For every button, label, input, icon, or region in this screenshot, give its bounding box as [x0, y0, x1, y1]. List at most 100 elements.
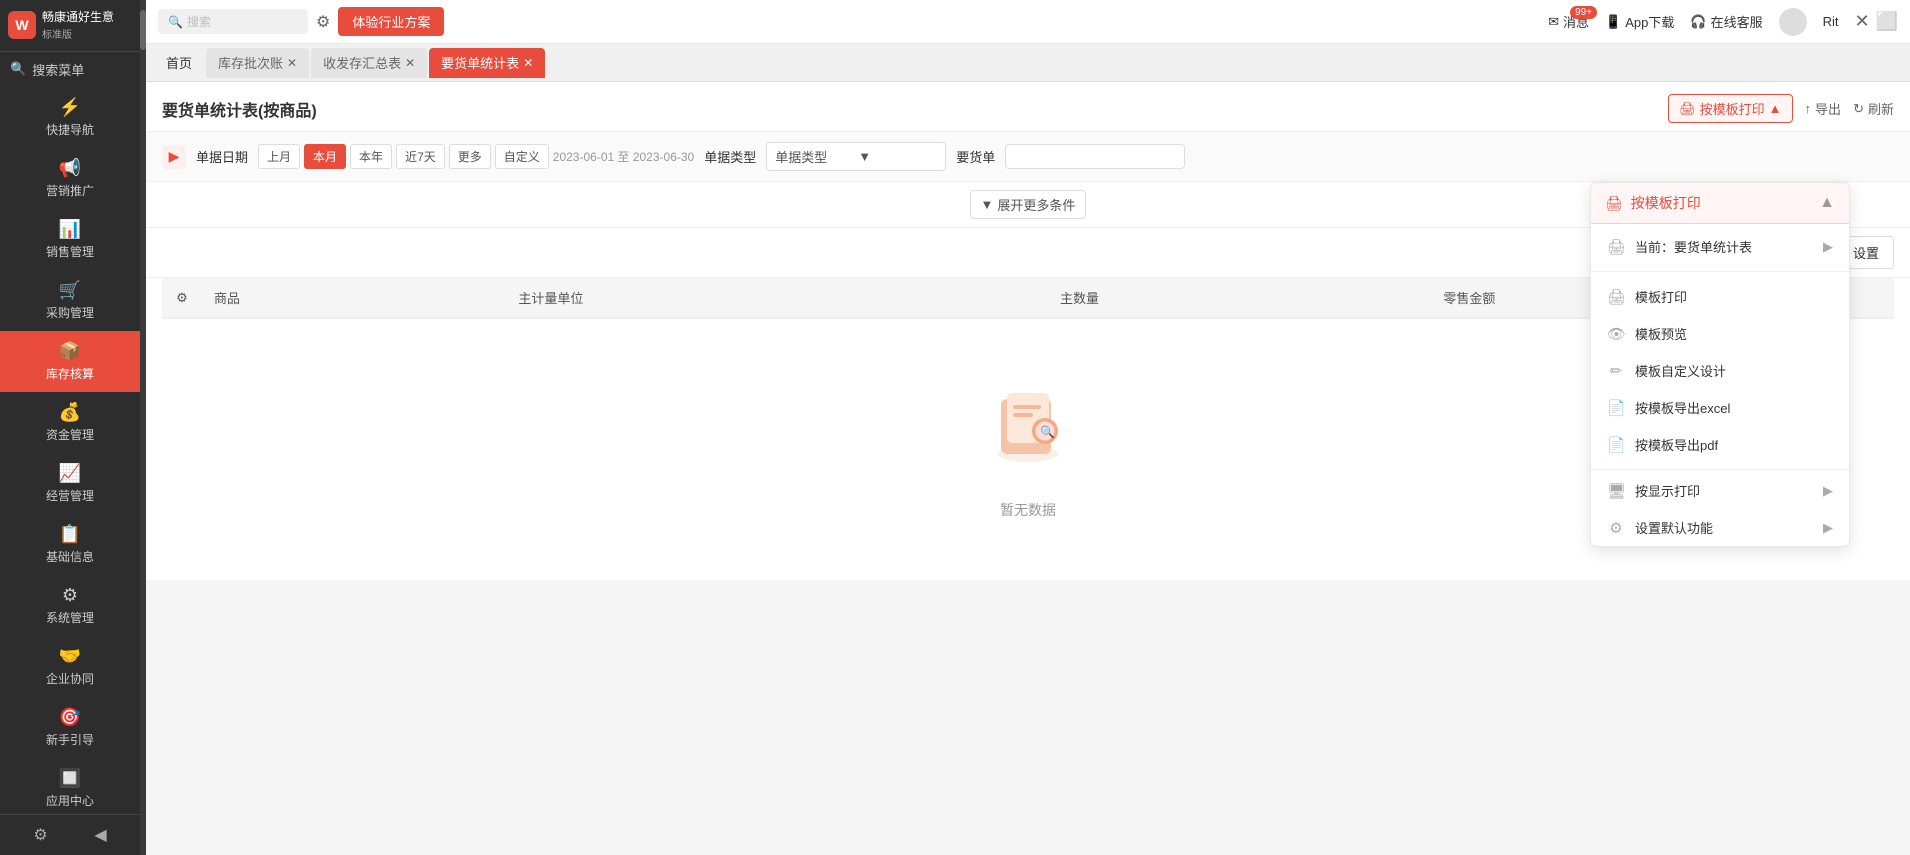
collapse-icon[interactable]: ◀	[94, 825, 106, 845]
sidebar-item-label: 采购管理	[46, 304, 94, 321]
sidebar-item-enterprise[interactable]: 🤝 企业协同	[0, 636, 140, 697]
chevron-up-icon: ▲	[1769, 101, 1782, 116]
search-icon: 🔍	[168, 15, 183, 29]
dropdown-current-item[interactable]: 🖨 当前：要货单统计表 ▶	[1591, 228, 1849, 265]
dropdown-display-print[interactable]: 🖥 按显示打印 ▶	[1591, 472, 1849, 509]
settings-footer-icon[interactable]: ⚙	[33, 825, 47, 845]
template-print-label: 模板打印	[1635, 287, 1687, 306]
export-button[interactable]: ↑ 导出	[1805, 99, 1842, 118]
user-avatar[interactable]	[1779, 8, 1807, 36]
service-label: 在线客服	[1711, 12, 1763, 31]
tab-order-stats-close[interactable]: ✕	[523, 56, 533, 70]
tab-home[interactable]: 首页	[154, 48, 204, 78]
sidebar-item-purchase[interactable]: 🛒 采购管理	[0, 270, 140, 331]
dropdown-item-export-excel[interactable]: 📄 按模板导出excel	[1591, 389, 1849, 426]
basic-info-icon: 📋	[59, 524, 81, 545]
refresh-button[interactable]: ↻ 刷新	[1853, 99, 1894, 118]
display-print-label: 按显示打印	[1635, 481, 1700, 500]
tab-batch-accounts[interactable]: 库存批次账 ✕	[206, 48, 309, 78]
date-btn-more[interactable]: 更多	[449, 144, 491, 169]
sidebar-item-label: 经营管理	[46, 487, 94, 504]
dropdown-section-current: 🖨 当前：要货单统计表 ▶	[1591, 224, 1849, 269]
app-name: 畅康通好生意	[42, 10, 114, 26]
sidebar-item-marketing[interactable]: 📢 营销推广	[0, 148, 140, 209]
sidebar-item-app-center[interactable]: 🔲 应用中心	[0, 758, 140, 814]
col-settings[interactable]: ⚙	[162, 278, 202, 318]
current-template-label: 当前：要货单统计表	[1635, 237, 1752, 256]
date-btn-custom[interactable]: 自定义	[495, 144, 549, 169]
app-download-button[interactable]: 📱 App下载	[1605, 12, 1674, 31]
message-icon: ✉	[1548, 14, 1559, 30]
finance-icon: 💰	[59, 402, 81, 423]
tab-receipts-summary-close[interactable]: ✕	[405, 56, 415, 70]
date-btn-7days[interactable]: 近7天	[396, 144, 445, 169]
dropdown-close-button[interactable]: ▲	[1819, 194, 1835, 212]
service-button[interactable]: 🎧 在线客服	[1690, 12, 1762, 31]
refresh-label: 刷新	[1868, 99, 1894, 118]
sidebar-item-quick-nav[interactable]: ⚡ 快捷导航	[0, 87, 140, 148]
printer-dropdown-icon: 🖨	[1605, 195, 1623, 212]
order-goods-input[interactable]	[1005, 144, 1185, 169]
dropdown-set-default[interactable]: ⚙ 设置默认功能 ▶	[1591, 509, 1849, 546]
sidebar-item-label: 营销推广	[46, 182, 94, 199]
dropdown-item-template-custom[interactable]: ✏ 模板自定义设计	[1591, 352, 1849, 389]
date-btn-this-year[interactable]: 本年	[350, 144, 392, 169]
trial-button[interactable]: 体验行业方案	[338, 7, 444, 36]
sidebar-item-guide[interactable]: 🎯 新手引导	[0, 697, 140, 758]
sidebar-item-sales[interactable]: 📊 销售管理	[0, 209, 140, 270]
settings-icon: ⚙	[176, 290, 188, 305]
app-badge: 标准版	[42, 26, 114, 41]
date-btn-this-month[interactable]: 本月	[304, 144, 346, 169]
col-quantity: 主数量	[1048, 278, 1431, 318]
date-range-display: 2023-06-01 至 2023-06-30	[553, 148, 694, 165]
sidebar-item-label: 资金管理	[46, 426, 94, 443]
headset-icon: 🎧	[1690, 14, 1706, 30]
enterprise-icon: 🤝	[59, 646, 81, 667]
export-pdf-label: 按模板导出pdf	[1635, 435, 1718, 454]
dropdown-item-export-pdf[interactable]: 📄 按模板导出pdf	[1591, 426, 1849, 463]
print-template-dropdown: 🖨 按模板打印 ▲ 🖨 当前：要货单统计表 ▶ 🖨 模板打印	[1590, 182, 1850, 547]
tab-batch-accounts-label: 库存批次账	[218, 53, 283, 72]
dropdown-item-template-print[interactable]: 🖨 模板打印	[1591, 278, 1849, 315]
sidebar-item-label: 快捷导航	[46, 121, 94, 138]
export-pdf-icon: 📄	[1607, 436, 1625, 454]
page-title: 要货单统计表(按商品)	[162, 97, 317, 121]
display-print-arrow: ▶	[1823, 483, 1833, 499]
sidebar-item-label: 系统管理	[46, 609, 94, 626]
maximize-button[interactable]: ⬜	[1876, 11, 1898, 32]
dropdown-item-template-preview[interactable]: 👁 模板预览	[1591, 315, 1849, 352]
logo-icon: W	[8, 11, 36, 39]
topbar-gear-icon[interactable]: ⚙	[316, 12, 330, 32]
guide-icon: 🎯	[59, 707, 81, 728]
tab-batch-accounts-close[interactable]: ✕	[287, 56, 297, 70]
sidebar-item-finance[interactable]: 💰 资金管理	[0, 392, 140, 453]
minimize-button[interactable]: ✕	[1854, 11, 1869, 32]
template-preview-label: 模板预览	[1635, 324, 1687, 343]
filter-expand-button[interactable]: ▶	[162, 145, 186, 169]
expand-more-button[interactable]: ▼ 展开更多条件	[970, 190, 1087, 219]
message-button[interactable]: ✉ 消息 99+	[1548, 12, 1589, 31]
export-excel-icon: 📄	[1607, 399, 1625, 417]
sidebar-item-operations[interactable]: 📈 经营管理	[0, 453, 140, 514]
sales-icon: 📊	[59, 219, 81, 240]
search-menu[interactable]: 🔍 搜索菜单	[0, 52, 140, 87]
sidebar-item-label: 企业协同	[46, 670, 94, 687]
marketing-icon: 📢	[59, 158, 81, 179]
dropdown-divider-1	[1591, 271, 1849, 272]
dropdown-section-items: 🖨 模板打印 👁 模板预览 ✏ 模板自定义设计 📄 按模板导出excel 📄	[1591, 274, 1849, 467]
sidebar: W 畅康通好生意 标准版 🔍 搜索菜单 ⚡ 快捷导航 📢 营销推广 📊 销售管理…	[0, 0, 140, 855]
tab-order-stats[interactable]: 要货单统计表 ✕	[429, 48, 545, 78]
svg-text:🔍: 🔍	[1040, 424, 1055, 439]
topbar-search[interactable]: 🔍 搜索	[158, 9, 308, 34]
print-template-button[interactable]: 🖨 按模板打印 ▲	[1668, 94, 1792, 123]
sidebar-item-inventory[interactable]: 📦 库存核算	[0, 331, 140, 392]
topbar-right: ✉ 消息 99+ 📱 App下载 🎧 在线客服 Rit	[1548, 8, 1838, 36]
sidebar-item-basic-info[interactable]: 📋 基础信息	[0, 514, 140, 575]
sidebar-item-system[interactable]: ⚙ 系统管理	[0, 575, 140, 636]
chevron-right-icon: ▶	[1823, 239, 1833, 255]
set-default-icon: ⚙	[1607, 519, 1625, 537]
date-btn-last-month[interactable]: 上月	[258, 144, 300, 169]
tab-receipts-summary[interactable]: 收发存汇总表 ✕	[311, 48, 427, 78]
expand-down-icon: ▼	[981, 197, 994, 212]
order-type-select[interactable]: 单据类型 ▼	[766, 142, 946, 171]
